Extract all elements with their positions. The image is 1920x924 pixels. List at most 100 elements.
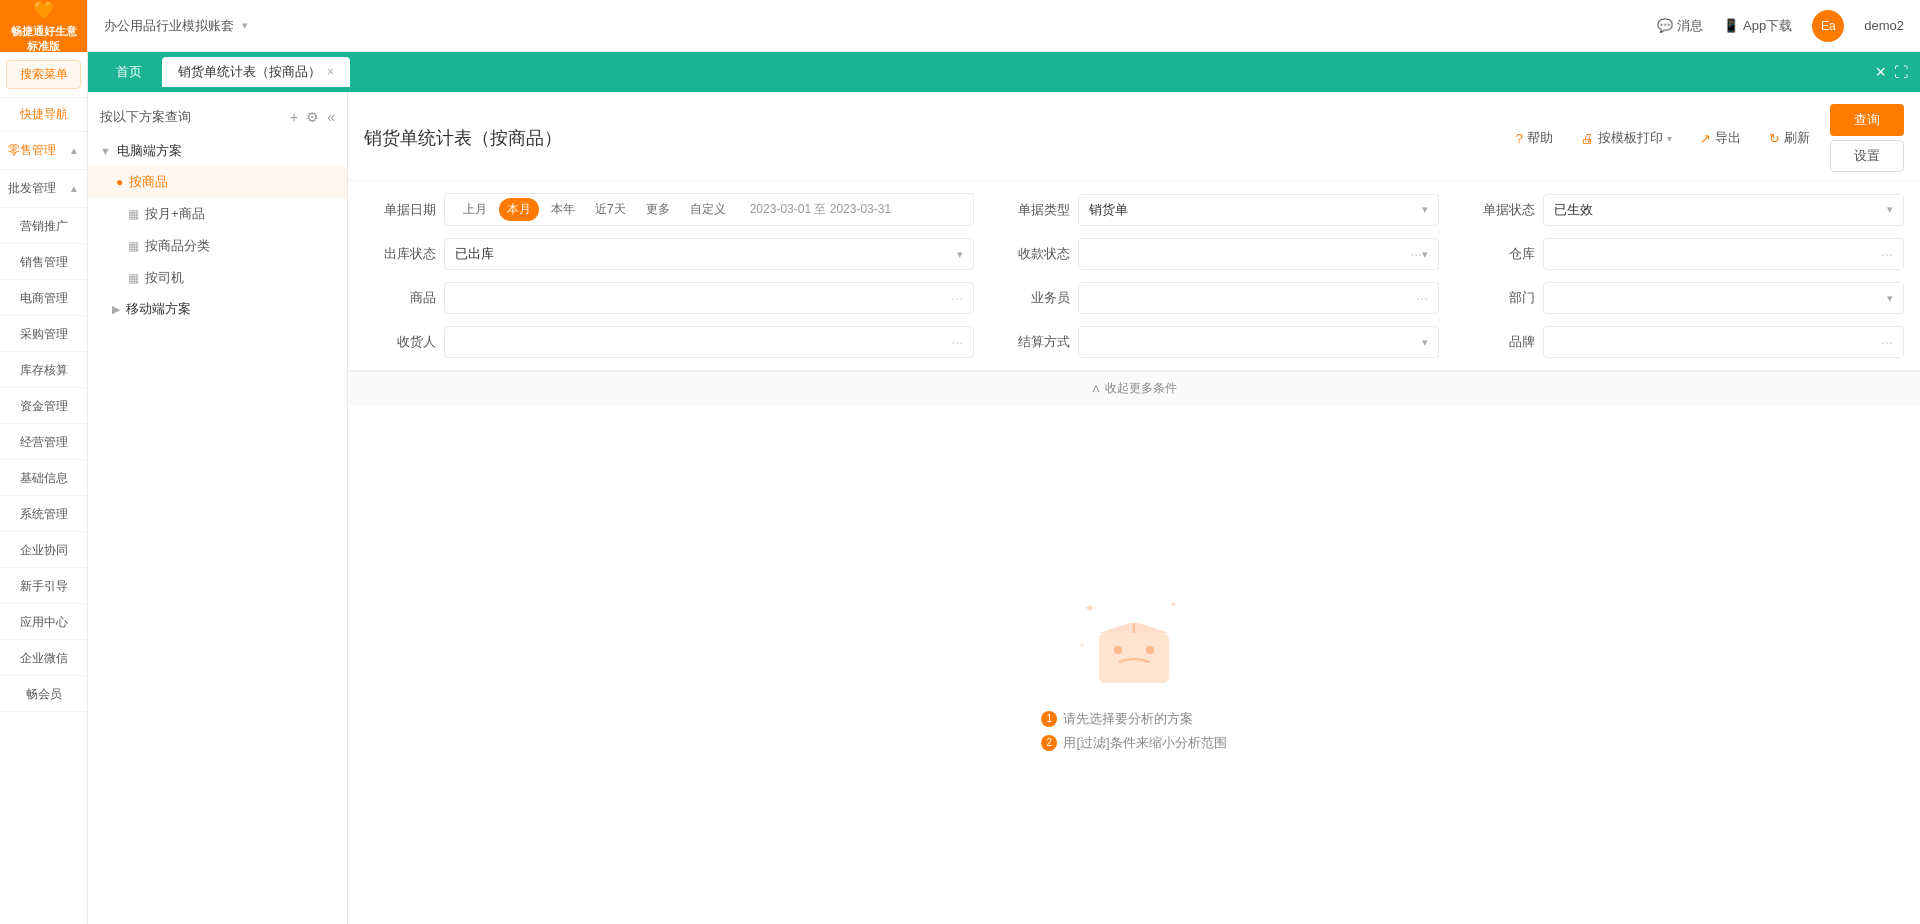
scheme-item-label: 按商品: [129, 173, 168, 191]
desktop-group-header[interactable]: ▼ 电脑端方案: [88, 136, 347, 166]
dots-icon[interactable]: ···: [1881, 246, 1893, 262]
scheme-item-by-driver[interactable]: ▦ 按司机: [88, 262, 347, 294]
sidebar-item-operation[interactable]: 经营管理: [0, 424, 87, 460]
group-label: 移动端方案: [126, 300, 191, 318]
sidebar-search-area: 搜索菜单: [0, 52, 87, 98]
warehouse-select[interactable]: ···: [1543, 238, 1904, 270]
sidebar-item-sales[interactable]: 销售管理: [0, 244, 87, 280]
date-tab-this-month[interactable]: 本月: [499, 198, 539, 221]
empty-state-illustration: ✦ ✦ ✦: [1074, 578, 1194, 698]
dots-icon[interactable]: ···: [1881, 334, 1893, 350]
scheme-item-by-category[interactable]: ▦ 按商品分类: [88, 230, 347, 262]
industry-selector[interactable]: 办公用品行业模拟账套 ▾: [104, 17, 248, 35]
scheme-item-by-goods[interactable]: ● 按商品: [88, 166, 347, 198]
brand-label: 品牌: [1463, 333, 1543, 351]
scheme-item-icon: ●: [116, 175, 123, 189]
sidebar-item-purchase[interactable]: 采购管理: [0, 316, 87, 352]
receive-status-select[interactable]: ··· ▾: [1078, 238, 1439, 270]
sidebar-item-marketing[interactable]: 营销推广: [0, 208, 87, 244]
tip-text-1: 请先选择要分析的方案: [1063, 710, 1193, 728]
salesman-label: 业务员: [998, 289, 1078, 307]
sidebar-item-inventory[interactable]: 库存核算: [0, 352, 87, 388]
salesman-select[interactable]: ···: [1078, 282, 1439, 314]
date-tab-7days[interactable]: 近7天: [587, 198, 634, 221]
svg-point-3: [1114, 646, 1122, 654]
sidebar-item-app-center[interactable]: 应用中心: [0, 604, 87, 640]
user-name-button[interactable]: demo2: [1864, 18, 1904, 33]
refresh-button[interactable]: ↻ 刷新: [1761, 125, 1818, 151]
scheme-panel-title: 按以下方案查询: [100, 108, 191, 126]
doc-type-label: 单据类型: [998, 201, 1078, 219]
message-button[interactable]: 💬 消息: [1657, 17, 1703, 35]
date-filter-label: 单据日期: [364, 201, 444, 219]
receiver-select[interactable]: ···: [444, 326, 974, 358]
window-close-button[interactable]: ×: [1875, 62, 1886, 83]
dropdown-icon: ▾: [1887, 203, 1893, 216]
date-tab-this-year[interactable]: 本年: [543, 198, 583, 221]
date-tab-more[interactable]: 更多: [638, 198, 678, 221]
filter-row-2: 出库状态 已出库 ▾ 收款状态 ··· ▾ 仓库: [364, 238, 1904, 270]
dept-select[interactable]: ▾: [1543, 282, 1904, 314]
query-button[interactable]: 查询: [1830, 104, 1904, 136]
date-tab-last-month[interactable]: 上月: [455, 198, 495, 221]
sidebar-item-wechat[interactable]: 企业微信: [0, 640, 87, 676]
goods-select[interactable]: ···: [444, 282, 974, 314]
add-scheme-icon[interactable]: +: [290, 109, 298, 125]
tab-close-icon[interactable]: ×: [327, 65, 334, 79]
dots-icon[interactable]: ···: [952, 334, 964, 350]
dropdown-icon: ▾: [1887, 292, 1893, 305]
sidebar-item-member[interactable]: 畅会员: [0, 676, 87, 712]
avatar: Ea: [1812, 10, 1844, 42]
dots-icon[interactable]: ···: [1416, 290, 1428, 306]
sidebar-item-enterprise[interactable]: 企业协同: [0, 532, 87, 568]
window-expand-button[interactable]: ⛶: [1894, 64, 1908, 80]
empty-state-tips: 1 请先选择要分析的方案 2 用[过滤]条件来缩小分析范围: [1041, 710, 1226, 752]
empty-tip-2: 2 用[过滤]条件来缩小分析范围: [1041, 734, 1226, 752]
group-expand-icon: ▼: [100, 145, 111, 157]
help-icon: ?: [1516, 131, 1523, 146]
sidebar-item-retail[interactable]: 零售管理 ▲: [0, 132, 87, 170]
header-right-actions: 💬 消息 📱 App下载 Ea demo2: [1657, 10, 1904, 42]
date-tab-custom[interactable]: 自定义: [682, 198, 734, 221]
sidebar-item-system[interactable]: 系统管理: [0, 496, 87, 532]
settings-button[interactable]: 设置: [1830, 140, 1904, 172]
dropdown-icon: ▾: [1422, 336, 1428, 349]
sidebar-item-finance[interactable]: 资金管理: [0, 388, 87, 424]
filter-area: 单据日期 上月 本月 本年 近7天 更多 自定义 2023-03-01 至 20…: [348, 181, 1920, 371]
collapse-panel-icon[interactable]: «: [327, 109, 335, 125]
mobile-group-header[interactable]: ▶ 移动端方案: [88, 294, 347, 324]
sidebar-item-wholesale[interactable]: 批发管理 ▲: [0, 170, 87, 208]
page-content: 按以下方案查询 + ⚙ « ▼ 电脑端方案 ● 按商品 ▦ 按月+: [88, 92, 1920, 924]
brand-select[interactable]: ···: [1543, 326, 1904, 358]
out-status-select[interactable]: 已出库 ▾: [444, 238, 974, 270]
group-expand-icon: ▶: [112, 303, 120, 316]
sidebar-item-ecommerce[interactable]: 电商管理: [0, 280, 87, 316]
export-button[interactable]: ↗ 导出: [1692, 125, 1749, 151]
dots-icon[interactable]: ···: [952, 290, 964, 306]
quick-nav-item[interactable]: 快捷导航: [0, 98, 87, 132]
goods-label: 商品: [364, 289, 444, 307]
filter-row-1: 单据日期 上月 本月 本年 近7天 更多 自定义 2023-03-01 至 20…: [364, 193, 1904, 226]
print-button[interactable]: 🖨 按模板打印 ▾: [1573, 125, 1680, 151]
app-download-button[interactable]: 📱 App下载: [1723, 17, 1792, 35]
tab-active[interactable]: 销货单统计表（按商品） ×: [162, 57, 350, 87]
sidebar-item-basic[interactable]: 基础信息: [0, 460, 87, 496]
page-actions: ? 帮助 🖨 按模板打印 ▾ ↗ 导出 ↻ 刷新: [1508, 104, 1904, 172]
svg-point-4: [1146, 646, 1154, 654]
collapse-filter-button[interactable]: ∧ 收起更多条件: [348, 371, 1920, 405]
help-button[interactable]: ? 帮助: [1508, 125, 1561, 151]
scheme-panel-header: 按以下方案查询 + ⚙ «: [88, 102, 347, 132]
settings-scheme-icon[interactable]: ⚙: [306, 109, 319, 125]
out-status-label: 出库状态: [364, 245, 444, 263]
dots-icon[interactable]: ···: [1410, 246, 1422, 262]
settle-label: 结算方式: [998, 333, 1078, 351]
sidebar-item-guide[interactable]: 新手引导: [0, 568, 87, 604]
scheme-item-by-month-goods[interactable]: ▦ 按月+商品: [88, 198, 347, 230]
search-menu-button[interactable]: 搜索菜单: [6, 60, 81, 89]
doc-status-select[interactable]: 已生效 ▾: [1543, 194, 1904, 226]
download-icon: 📱: [1723, 18, 1739, 33]
tab-home[interactable]: 首页: [100, 57, 158, 87]
desktop-scheme-group: ▼ 电脑端方案 ● 按商品 ▦ 按月+商品 ▦ 按商品分类 ▦ 按司机: [88, 136, 347, 324]
settle-select[interactable]: ▾: [1078, 326, 1439, 358]
doc-type-select[interactable]: 销货单 ▾: [1078, 194, 1439, 226]
